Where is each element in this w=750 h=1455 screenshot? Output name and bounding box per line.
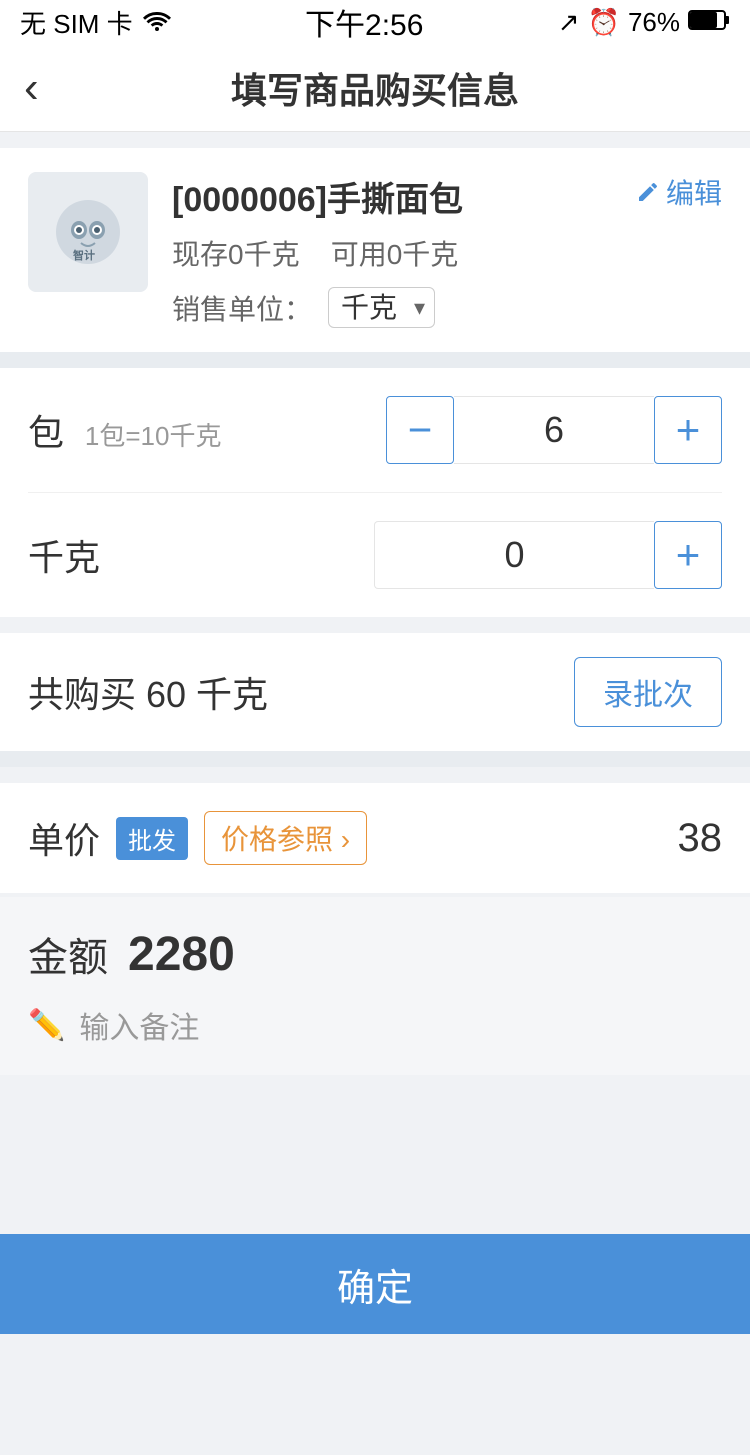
bao-qty-input[interactable] xyxy=(454,396,654,464)
kg-plus-button[interactable]: + xyxy=(654,521,722,589)
price-section: 单价 批发 价格参照 › 38 xyxy=(0,783,750,893)
amount-value: 2280 xyxy=(128,927,235,982)
unit-select-wrapper[interactable]: 千克 包 xyxy=(328,287,435,328)
amount-section: 金额 2280 ✏️ 输入备注 xyxy=(0,897,750,1075)
edit-button[interactable]: 编辑 xyxy=(636,172,722,212)
bao-label-group: 包 1包=10千克 xyxy=(28,404,221,456)
product-image: 智计 xyxy=(28,172,148,292)
product-name: [0000006]手撕面包 xyxy=(172,172,636,221)
amount-label: 金额 xyxy=(28,925,108,983)
bao-hint: 1包=10千克 xyxy=(85,421,222,451)
carrier-text: 无 SIM 卡 xyxy=(20,4,133,41)
batch-button[interactable]: 录批次 xyxy=(574,657,722,727)
product-name-row: [0000006]手撕面包 编辑 xyxy=(172,172,722,221)
bao-plus-button[interactable]: + xyxy=(654,396,722,464)
wifi-icon xyxy=(143,7,171,38)
kg-quantity-row: 千克 + xyxy=(28,493,722,617)
separator-1 xyxy=(0,352,750,368)
location-icon: ↗ xyxy=(558,7,580,38)
bao-label: 包 xyxy=(28,412,64,453)
unit-select[interactable]: 千克 包 xyxy=(328,287,435,328)
kg-qty-control: + xyxy=(374,521,722,589)
confirm-btn-text: 确定 xyxy=(337,1257,413,1312)
summary-text: 共购买 60 千克 xyxy=(28,666,268,718)
status-bar: 无 SIM 卡 下午2:56 ↗ ⏰ 76% xyxy=(0,0,750,44)
amount-row: 金额 2280 xyxy=(28,925,722,1003)
price-label: 单价 xyxy=(28,812,100,864)
price-value: 38 xyxy=(678,816,723,861)
pencil-icon: ✏️ xyxy=(28,1008,65,1043)
kg-label-group: 千克 xyxy=(28,529,100,581)
bao-qty-control: − + xyxy=(386,396,722,464)
separator-2 xyxy=(0,751,750,767)
price-ref-button[interactable]: 价格参照 › xyxy=(204,811,367,865)
product-card: 智计 [0000006]手撕面包 编辑 现存0千克 可用0千克 销售单位： xyxy=(0,148,750,352)
battery-text: 76% xyxy=(628,7,680,38)
product-unit-row: 销售单位： 千克 包 xyxy=(172,287,722,328)
confirm-button[interactable]: 确定 xyxy=(0,1234,750,1334)
price-row: 单价 批发 价格参照 › 38 xyxy=(28,811,722,865)
remark-row[interactable]: ✏️ 输入备注 xyxy=(28,1003,722,1075)
remark-placeholder: 输入备注 xyxy=(79,1003,199,1047)
alarm-icon: ⏰ xyxy=(588,7,620,38)
nav-bar: ‹ 填写商品购买信息 xyxy=(0,44,750,132)
status-left: 无 SIM 卡 xyxy=(20,4,171,41)
svg-text:智计: 智计 xyxy=(73,248,95,262)
bao-minus-button[interactable]: − xyxy=(386,396,454,464)
page-title: 填写商品购买信息 xyxy=(231,62,519,114)
unit-label: 销售单位： xyxy=(172,288,312,328)
product-stock: 现存0千克 可用0千克 xyxy=(172,233,722,273)
back-button[interactable]: ‹ xyxy=(24,63,39,113)
status-time: 下午2:56 xyxy=(305,0,423,44)
battery-icon xyxy=(688,7,730,38)
kg-label: 千克 xyxy=(28,537,100,578)
summary-section: 共购买 60 千克 录批次 xyxy=(0,633,750,751)
kg-qty-input[interactable] xyxy=(374,521,654,589)
status-right: ↗ ⏰ 76% xyxy=(558,7,730,38)
product-info: [0000006]手撕面包 编辑 现存0千克 可用0千克 销售单位： 千克 xyxy=(172,172,722,328)
bao-quantity-row: 包 1包=10千克 − + xyxy=(28,368,722,493)
price-tag: 批发 xyxy=(116,817,188,860)
quantity-section: 包 1包=10千克 − + 千克 + xyxy=(0,368,750,617)
